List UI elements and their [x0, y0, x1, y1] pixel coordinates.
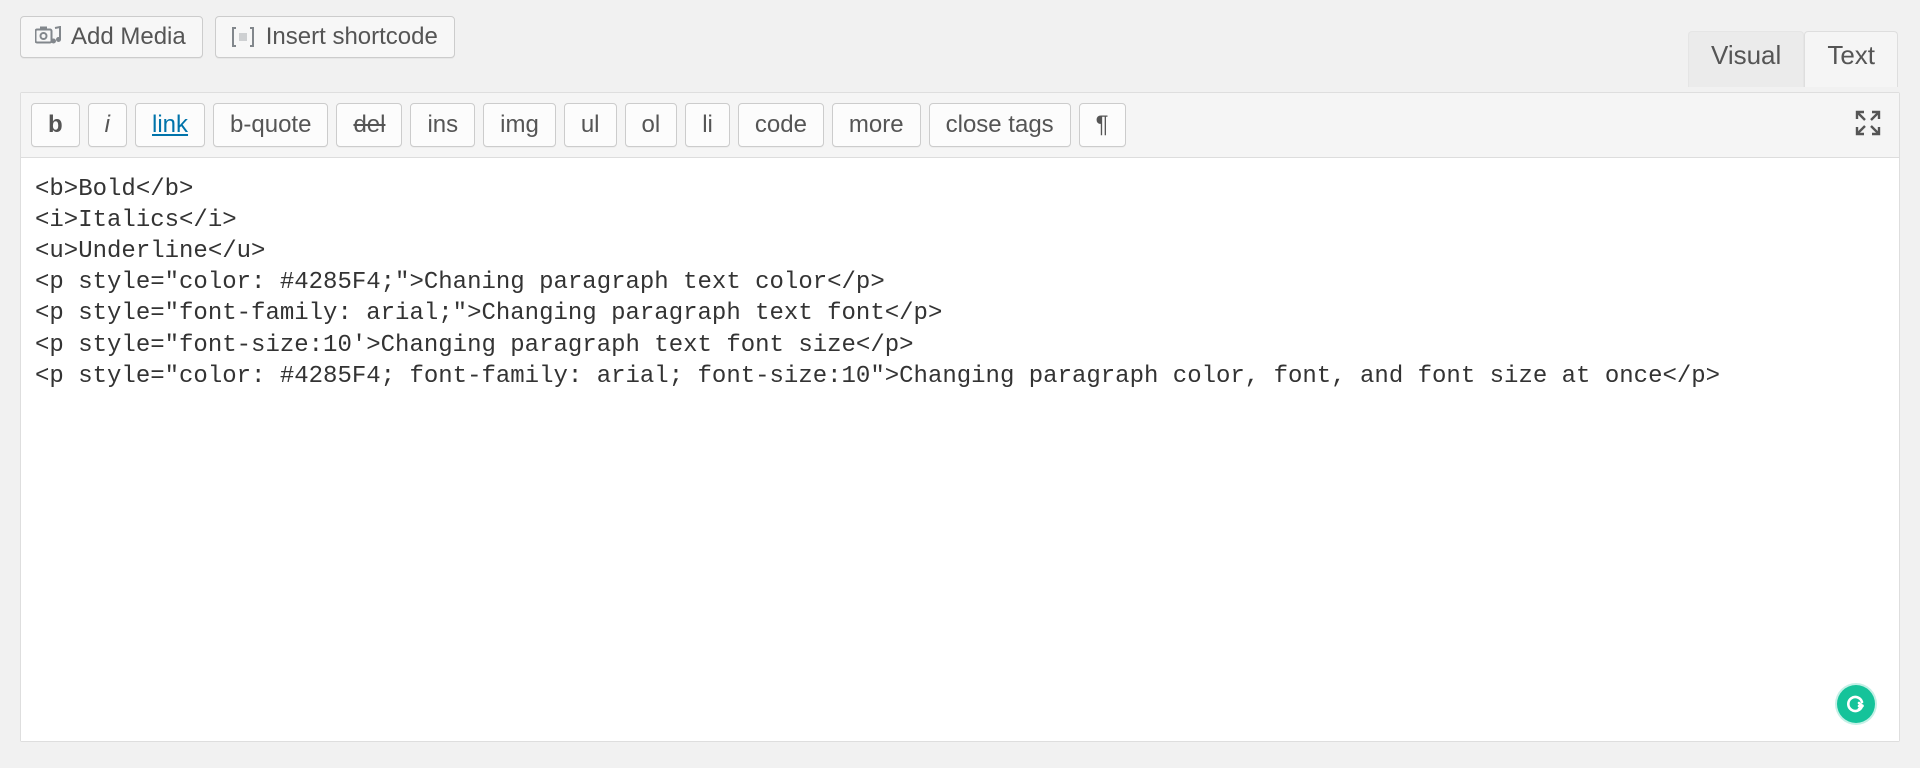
quicktags-toolbar: b i link b-quote del ins img ul ol li co…	[21, 93, 1899, 158]
tab-visual[interactable]: Visual	[1688, 31, 1804, 87]
qt-ins-button[interactable]: ins	[410, 103, 475, 147]
fullscreen-button[interactable]	[1851, 108, 1885, 142]
qt-italic-button[interactable]: i	[88, 103, 127, 147]
top-left-buttons: Add Media Insert shortcode	[20, 16, 455, 58]
qt-paragraph-button[interactable]: ¶	[1079, 103, 1126, 147]
grammarly-icon	[1845, 693, 1867, 715]
editor-wrapper: Add Media Insert shortcode Visual Text b	[0, 0, 1920, 742]
editor-tabs: Visual Text	[1688, 30, 1898, 86]
insert-shortcode-button[interactable]: Insert shortcode	[215, 16, 455, 58]
qt-ol-button[interactable]: ol	[625, 103, 678, 147]
qt-close-tags-button[interactable]: close tags	[929, 103, 1071, 147]
qt-li-button[interactable]: li	[685, 103, 730, 147]
qt-bold-button[interactable]: b	[31, 103, 80, 147]
top-row: Add Media Insert shortcode Visual Text	[20, 16, 1900, 86]
insert-shortcode-label: Insert shortcode	[266, 23, 438, 51]
qt-more-button[interactable]: more	[832, 103, 921, 147]
add-media-label: Add Media	[71, 23, 186, 51]
add-media-button[interactable]: Add Media	[20, 16, 203, 58]
qt-link-button[interactable]: link	[135, 103, 205, 147]
editor-textarea[interactable]: <b>Bold</b> <i>Italics</i> <u>Underline<…	[35, 174, 1885, 725]
qt-bquote-button[interactable]: b-quote	[213, 103, 328, 147]
qt-ul-button[interactable]: ul	[564, 103, 617, 147]
tab-text[interactable]: Text	[1804, 31, 1898, 87]
camera-music-icon	[35, 24, 61, 50]
qt-code-button[interactable]: code	[738, 103, 824, 147]
shortcode-icon	[230, 24, 256, 50]
qt-del-button[interactable]: del	[336, 103, 402, 147]
qt-img-button[interactable]: img	[483, 103, 556, 147]
fullscreen-icon	[1854, 109, 1882, 140]
editor-panel: b i link b-quote del ins img ul ol li co…	[20, 92, 1900, 742]
grammarly-badge[interactable]	[1837, 685, 1875, 723]
editor-content-area: <b>Bold</b> <i>Italics</i> <u>Underline<…	[21, 158, 1899, 741]
